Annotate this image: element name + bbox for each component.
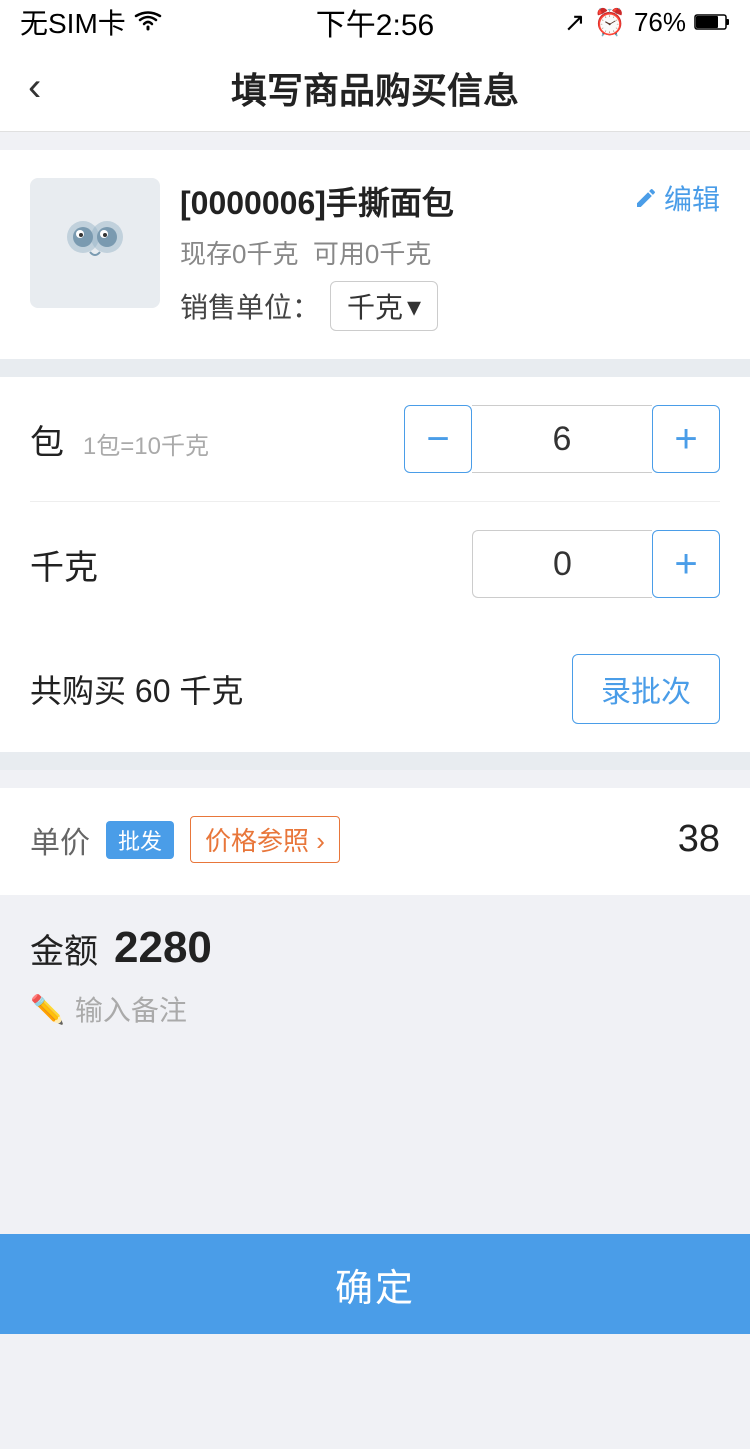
unit-select[interactable]: 千克 ▾ [330,281,438,331]
wifi-icon [134,6,162,38]
price-label: 单价 [30,818,90,862]
price-section: 单价 批发 价格参照 › 38 [0,788,750,895]
amount-value: 2280 [114,923,212,973]
summary-text: 共购买 60 千克 [30,666,243,712]
price-badge: 批发 [106,821,174,859]
product-card: [0000006]手撕面包 编辑 现存0千克 可用0千克 销售单位： 千克 ▾ [0,150,750,359]
status-left: 无SIM卡 [20,2,162,42]
package-quantity-input[interactable] [472,405,652,473]
product-logo-icon [55,202,135,284]
battery-icon [694,7,730,38]
package-minus-button[interactable]: − [404,405,472,473]
product-stock: 现存0千克 可用0千克 [180,234,720,271]
product-name: [0000006]手撕面包 [180,178,454,224]
product-info: [0000006]手撕面包 编辑 现存0千克 可用0千克 销售单位： 千克 ▾ [180,178,720,331]
status-bar: 无SIM卡 下午2:56 ↗ ⏰ 76% [0,0,750,44]
amount-label: 金额 [30,924,98,973]
kg-label: 千克 [30,540,98,589]
price-row: 单价 批发 价格参照 › 38 [30,816,720,863]
edit-button[interactable]: 编辑 [634,178,720,218]
package-quantity-control: − + [404,405,720,473]
battery-text: 76% [634,7,686,38]
price-reference-button[interactable]: 价格参照 › [190,816,340,863]
page-title: 填写商品购买信息 [231,62,519,114]
product-unit-row: 销售单位： 千克 ▾ [180,281,720,331]
nav-bar: ‹ 填写商品购买信息 [0,44,750,132]
price-value: 38 [678,818,720,861]
kg-quantity-control: + [472,530,720,598]
note-placeholder[interactable]: 输入备注 [75,989,187,1029]
note-icon: ✏️ [30,993,65,1026]
separator-2 [0,752,750,770]
kg-quantity-input[interactable] [472,530,652,598]
back-button[interactable]: ‹ [28,65,41,110]
status-time: 下午2:56 [316,0,434,44]
amount-row: 金额 2280 [30,923,720,973]
chevron-down-icon: ▾ [407,290,421,323]
alarm-icon: ⏰ [594,7,626,38]
package-label: 包 1包=10千克 [30,415,209,464]
confirm-button[interactable]: 确定 [0,1234,750,1334]
kg-plus-button[interactable]: + [652,530,720,598]
batch-button[interactable]: 录批次 [572,654,720,724]
status-right: ↗ ⏰ 76% [564,7,730,38]
package-row: 包 1包=10千克 − + [30,377,720,502]
location-icon: ↗ [564,7,586,38]
product-image [30,178,160,308]
note-row[interactable]: ✏️ 输入备注 [30,989,720,1029]
summary-row: 共购买 60 千克 录批次 [0,626,750,752]
carrier-text: 无SIM卡 [20,2,126,42]
kg-row: 千克 + [30,502,720,626]
amount-section: 金额 2280 ✏️ 输入备注 [0,895,750,1049]
input-section: 包 1包=10千克 − + 千克 + [0,377,750,626]
separator-1 [0,359,750,377]
package-plus-button[interactable]: + [652,405,720,473]
